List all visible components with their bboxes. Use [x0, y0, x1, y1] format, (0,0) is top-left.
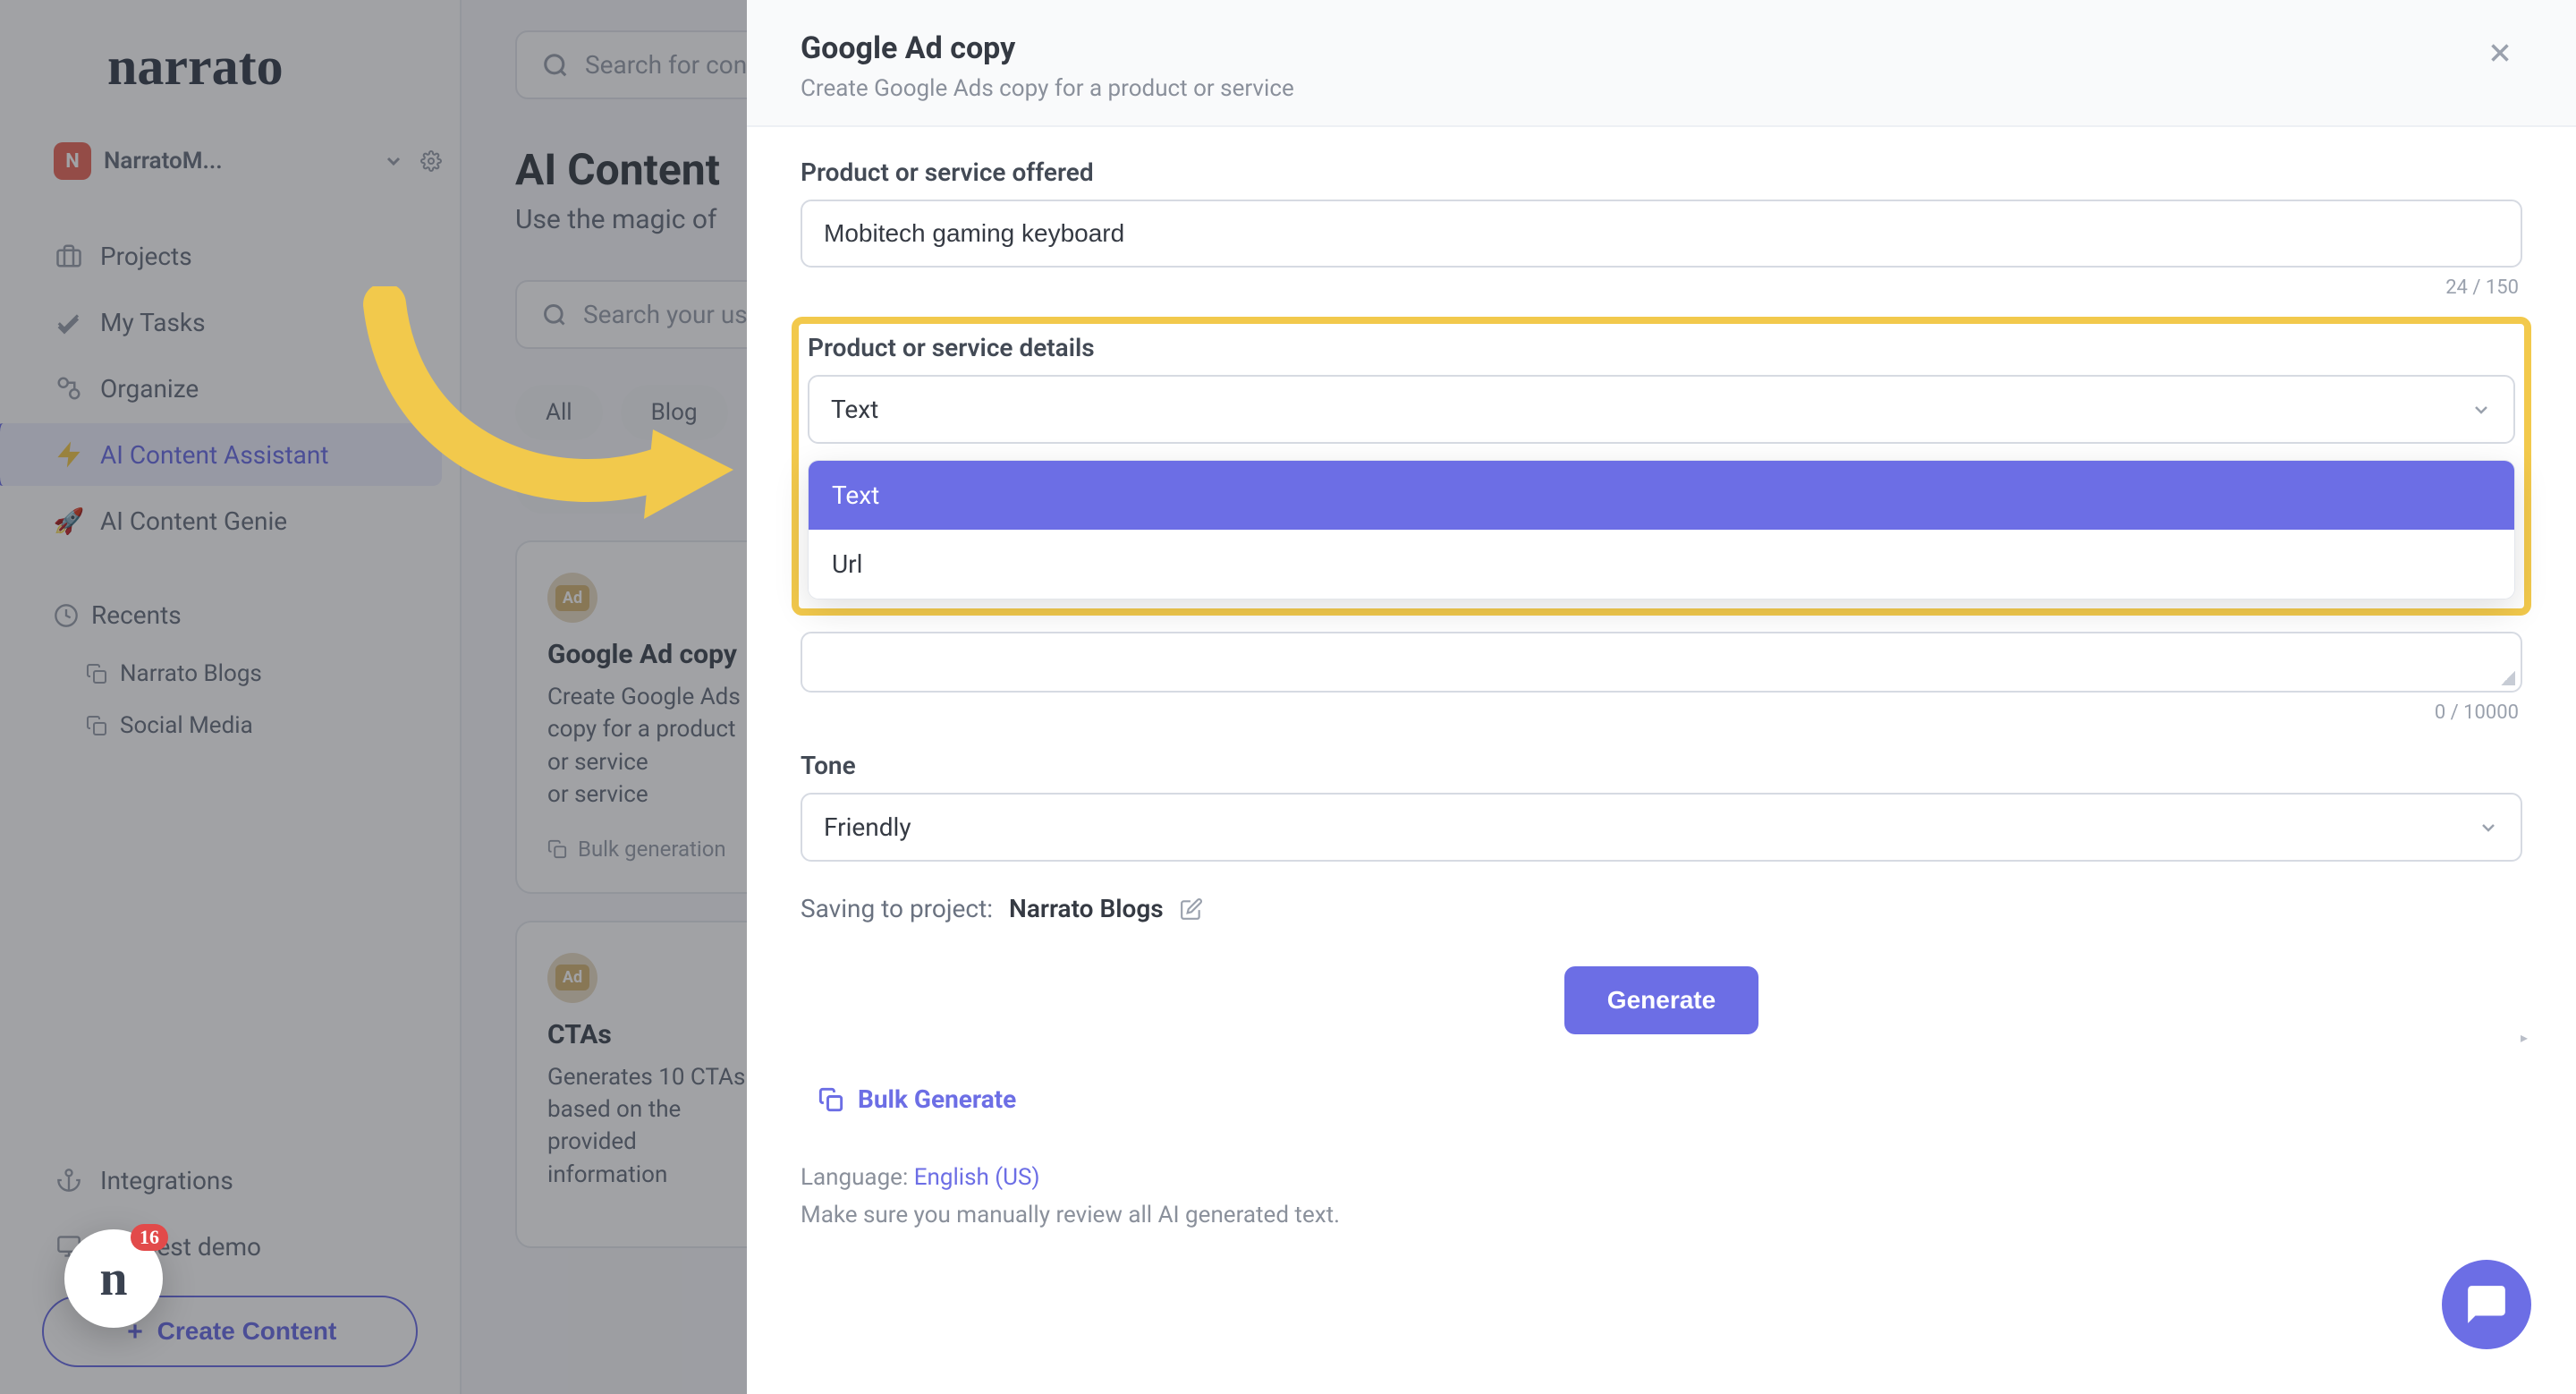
saving-label: Saving to project:: [801, 894, 993, 923]
dropdown-option-text[interactable]: Text: [809, 461, 2514, 530]
chat-fab[interactable]: [2442, 1260, 2531, 1349]
copy-icon: [818, 1087, 843, 1112]
generate-button[interactable]: Generate: [1564, 966, 1758, 1034]
select-value: Friendly: [824, 812, 911, 842]
dropdown-option-url[interactable]: Url: [809, 530, 2514, 599]
language-label: Language:: [801, 1164, 908, 1191]
product-details-label: Product or service details: [808, 333, 2515, 362]
modal-title: Google Ad copy: [801, 30, 1294, 66]
annotation-arrow: [349, 286, 742, 573]
select-value: Text: [831, 395, 878, 424]
product-details-textarea[interactable]: [801, 632, 2522, 693]
close-icon[interactable]: [2478, 30, 2522, 75]
edit-icon[interactable]: [1180, 897, 1203, 921]
language-link[interactable]: English (US): [914, 1164, 1040, 1191]
review-note: Make sure you manually review all AI gen…: [801, 1202, 2522, 1228]
product-offered-counter: 24 / 150: [801, 276, 2519, 299]
assistant-bubble[interactable]: n 16: [64, 1229, 163, 1328]
chevron-down-icon: [2478, 817, 2499, 838]
saving-project-name: Narrato Blogs: [1009, 894, 1164, 923]
tone-label: Tone: [801, 751, 2522, 780]
chevron-down-icon: [2470, 399, 2492, 421]
bulk-generate-link[interactable]: Bulk Generate: [818, 1084, 2522, 1114]
notification-badge: 16: [131, 1224, 168, 1251]
caret-right-icon[interactable]: ▸: [2521, 1029, 2528, 1046]
bulk-generate-label: Bulk Generate: [858, 1084, 1016, 1114]
product-offered-input[interactable]: [801, 200, 2522, 268]
saving-project-row: Saving to project: Narrato Blogs: [801, 894, 2522, 923]
product-details-counter: 0 / 10000: [801, 701, 2519, 724]
product-offered-label: Product or service offered: [801, 157, 2522, 187]
tone-select[interactable]: Friendly: [801, 793, 2522, 862]
language-row: Language: English (US): [801, 1164, 2522, 1191]
highlighted-region: Product or service details Text Text Url: [792, 317, 2531, 616]
modal-subtitle: Create Google Ads copy for a product or …: [801, 75, 1294, 102]
modal-header: Google Ad copy Create Google Ads copy fo…: [747, 0, 2576, 127]
modal-panel: Google Ad copy Create Google Ads copy fo…: [747, 0, 2576, 1394]
details-type-dropdown: Text Url: [808, 460, 2515, 599]
details-type-select[interactable]: Text: [808, 375, 2515, 444]
modal-body: Product or service offered 24 / 150 Prod…: [747, 127, 2576, 1259]
